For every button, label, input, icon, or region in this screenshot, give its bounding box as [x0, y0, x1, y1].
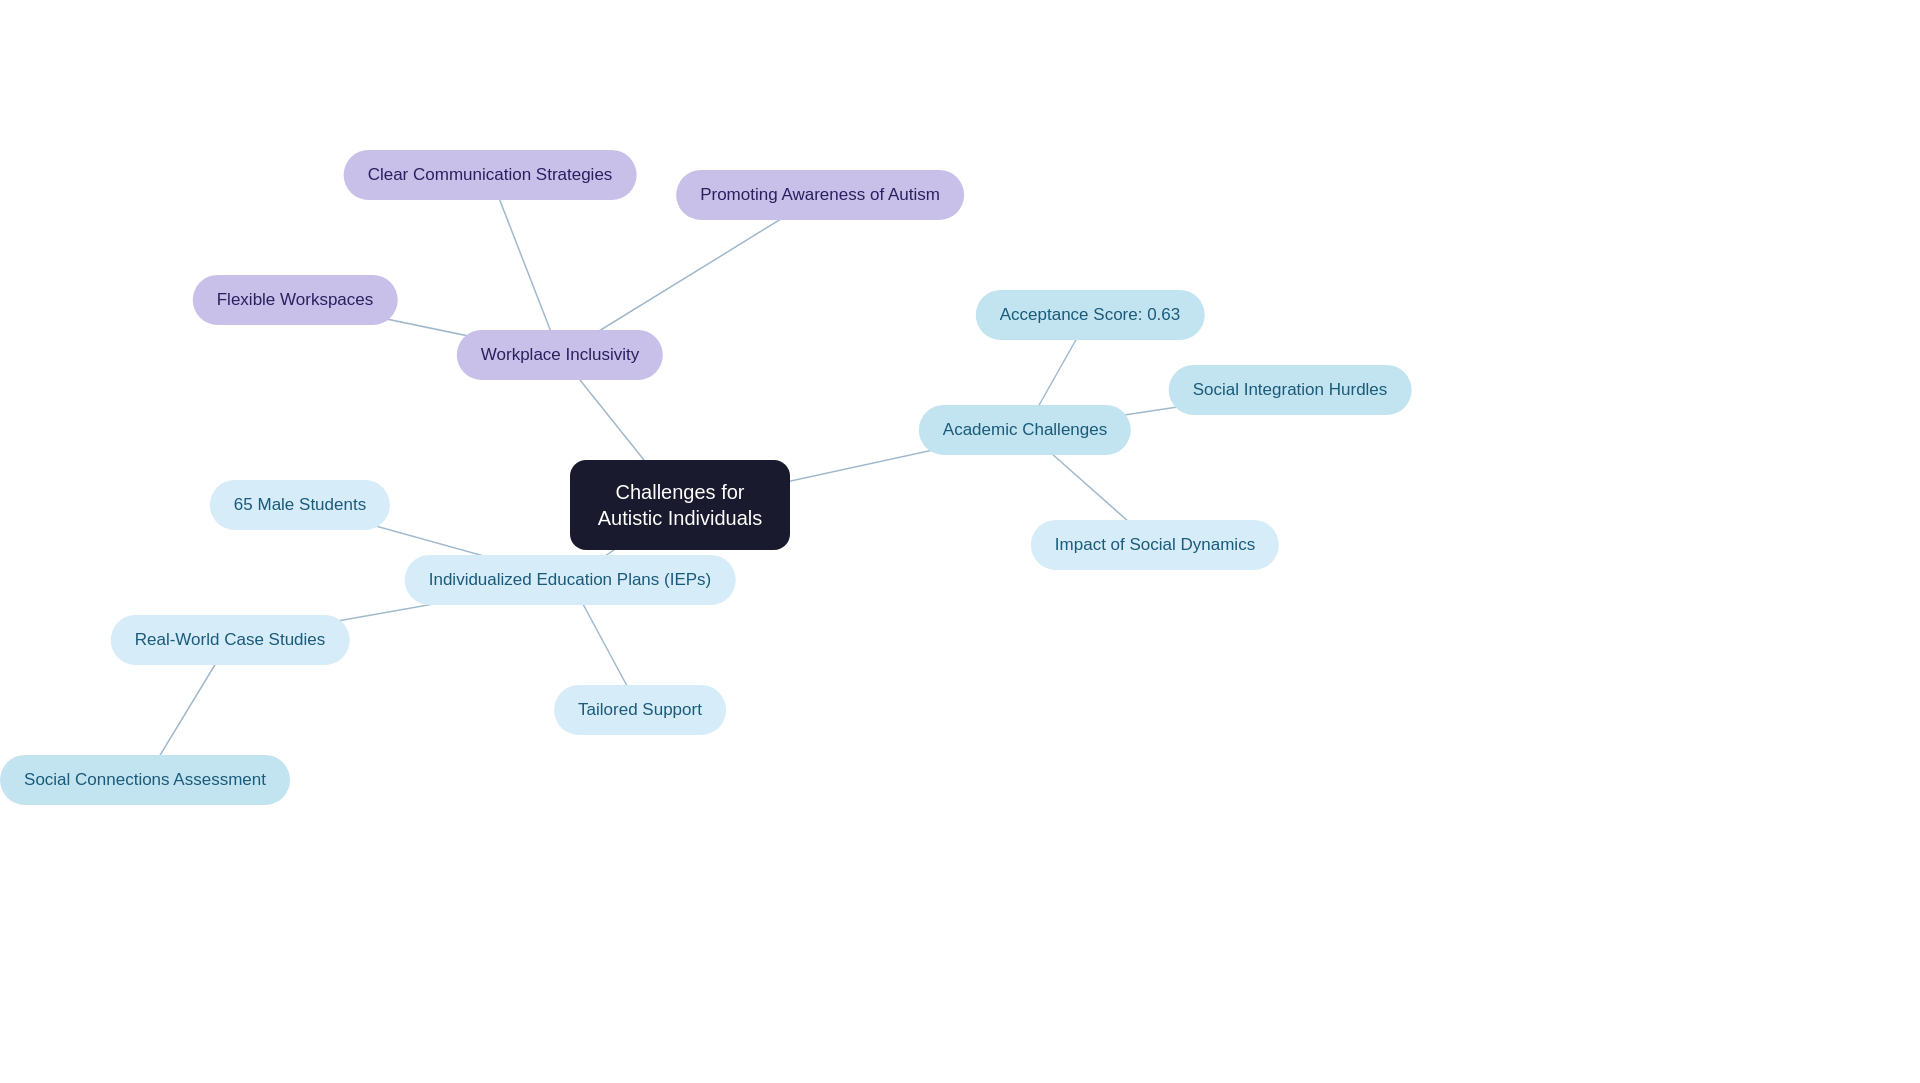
node-maleStudents[interactable]: 65 Male Students — [210, 480, 390, 530]
connections-svg — [0, 0, 1920, 1083]
node-flexibleWorkspaces[interactable]: Flexible Workspaces — [193, 275, 398, 325]
node-realWorldCase[interactable]: Real-World Case Studies — [111, 615, 350, 665]
node-center[interactable]: Challenges for Autistic Individuals — [570, 460, 790, 550]
node-academicChallenges[interactable]: Academic Challenges — [919, 405, 1131, 455]
node-acceptanceScore[interactable]: Acceptance Score: 0.63 — [976, 290, 1205, 340]
svg-line-1 — [490, 175, 560, 355]
node-tailoredSupport[interactable]: Tailored Support — [554, 685, 726, 735]
node-clearCommunication[interactable]: Clear Communication Strategies — [344, 150, 637, 200]
node-impactSocialDynamics[interactable]: Impact of Social Dynamics — [1031, 520, 1279, 570]
node-promotingAwareness[interactable]: Promoting Awareness of Autism — [676, 170, 964, 220]
node-ieps[interactable]: Individualized Education Plans (IEPs) — [405, 555, 736, 605]
mind-map: Challenges for Autistic Individuals Workp… — [0, 0, 1920, 1083]
node-socialIntegrationHurdles[interactable]: Social Integration Hurdles — [1169, 365, 1412, 415]
node-socialConnectionsAssessment[interactable]: Social Connections Assessment — [0, 755, 290, 805]
node-workplaceInclusivity[interactable]: Workplace Inclusivity — [457, 330, 663, 380]
